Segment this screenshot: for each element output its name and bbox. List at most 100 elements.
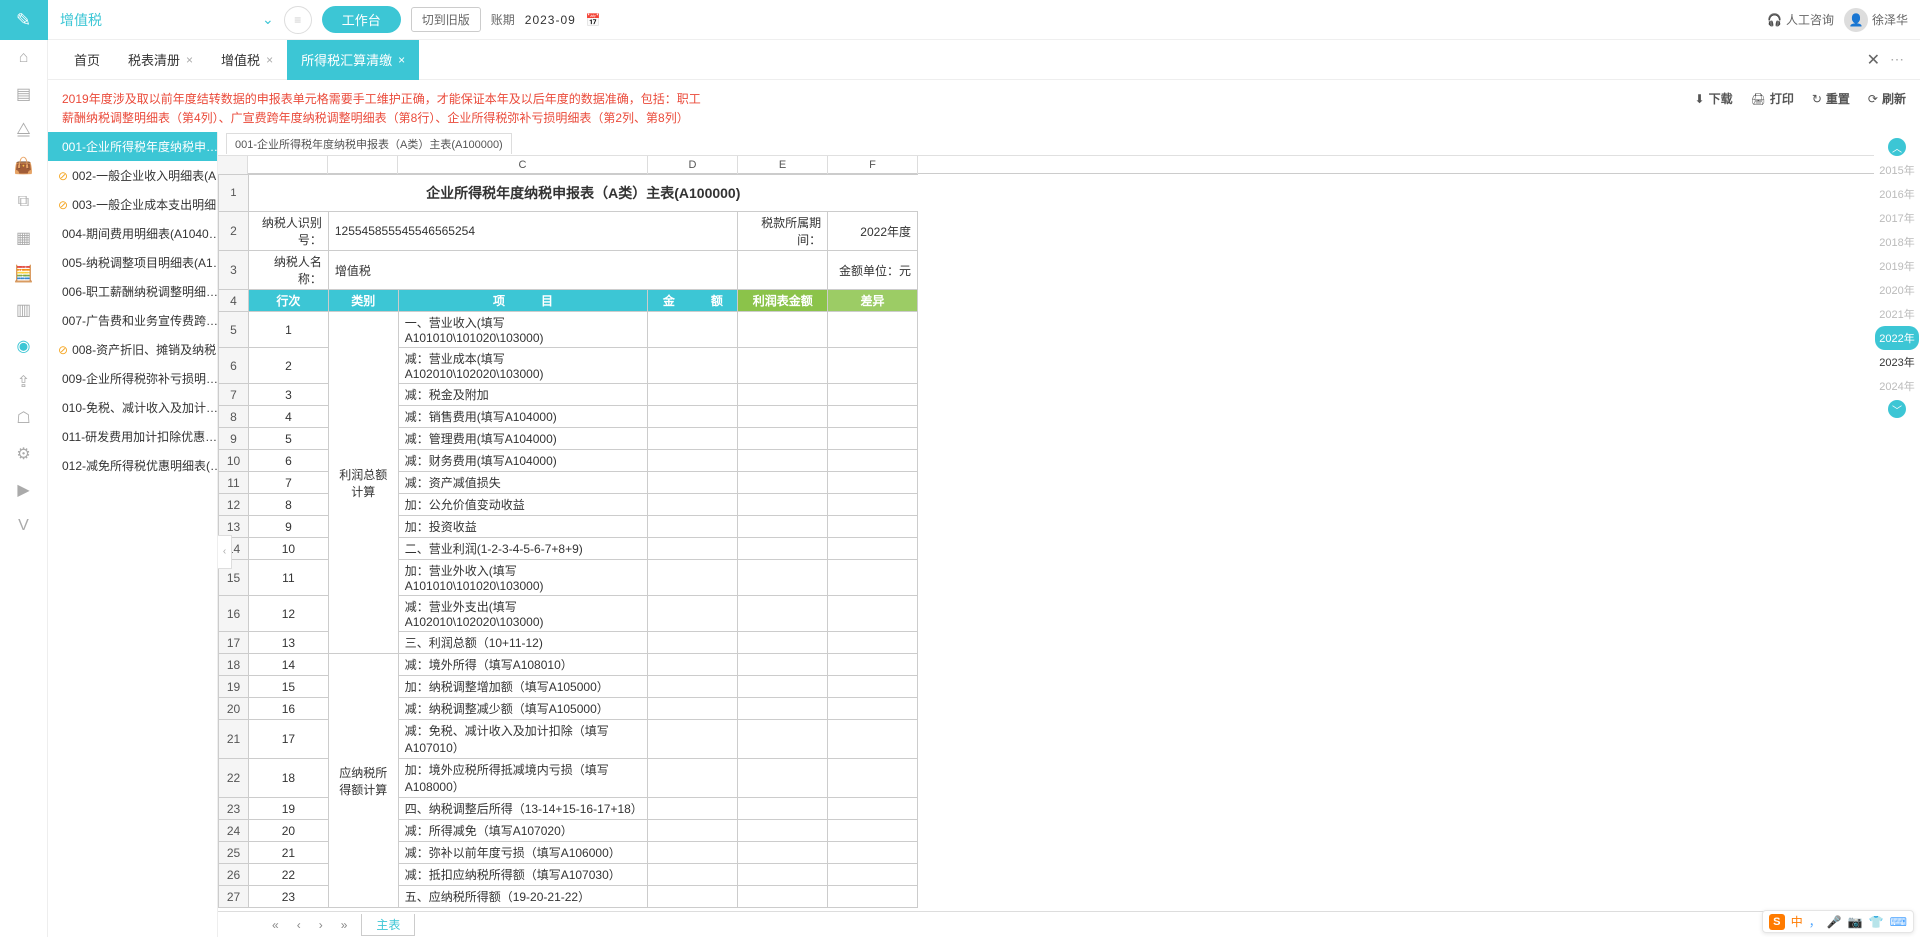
year-2017年[interactable]: 2017年 <box>1875 206 1919 230</box>
grid-diff-cell[interactable] <box>828 886 918 908</box>
grid-amount-cell[interactable] <box>648 596 738 632</box>
sheet-title-tab[interactable]: 001-企业所得税年度纳税申报表（A类）主表(A100000) <box>226 133 512 154</box>
grid-diff-cell[interactable] <box>828 494 918 516</box>
grid-item-cell[interactable]: 二、营业利润(1-2-3-4-5-6-7+8+9) <box>398 538 648 560</box>
grid-diff-cell[interactable] <box>828 312 918 348</box>
rail-bag-icon[interactable]: 👜 <box>0 148 48 184</box>
close-icon[interactable]: × <box>266 53 273 67</box>
grid-pl-cell[interactable] <box>738 842 828 864</box>
grid-item-cell[interactable]: 减：弥补以前年度亏损（填写A106000） <box>398 842 648 864</box>
grid-amount-cell[interactable] <box>648 384 738 406</box>
grid-amount-cell[interactable] <box>648 406 738 428</box>
sheet-last-icon[interactable]: » <box>337 918 352 932</box>
grid-diff-cell[interactable] <box>828 698 918 720</box>
tree-item[interactable]: 012-减免所得税优惠明细表(… <box>48 451 217 480</box>
grid-item-cell[interactable]: 减：所得减免（填写A107020） <box>398 820 648 842</box>
period-value[interactable]: 2023-09 <box>525 13 576 27</box>
grid-diff-cell[interactable] <box>828 798 918 820</box>
rail-copy-icon[interactable]: ⧉ <box>0 184 48 220</box>
year-2015年[interactable]: 2015年 <box>1875 158 1919 182</box>
collapse-tree-handle[interactable]: ‹ <box>218 535 232 569</box>
grid-item-cell[interactable]: 三、利润总额（10+11-12) <box>398 632 648 654</box>
calendar-icon[interactable]: 📅 <box>586 13 601 27</box>
tree-item[interactable]: 005-纳税调整项目明细表(A1… <box>48 248 217 277</box>
grid-amount-cell[interactable] <box>648 560 738 596</box>
rail-home-icon[interactable]: ⌂ <box>0 40 48 76</box>
grid-pl-cell[interactable] <box>738 348 828 384</box>
tabs-more-icon[interactable]: ⋯ <box>1886 51 1908 68</box>
year-2016年[interactable]: 2016年 <box>1875 182 1919 206</box>
grid-item-cell[interactable]: 减：营业外支出(填写A102010\102020\103000) <box>398 596 648 632</box>
grid-amount-cell[interactable] <box>648 759 738 798</box>
grid-item-cell[interactable]: 减：管理费用(填写A104000) <box>398 428 648 450</box>
close-all-tabs-icon[interactable]: ✕ <box>1861 50 1886 70</box>
grid-item-cell[interactable]: 减：销售费用(填写A104000) <box>398 406 648 428</box>
grid-pl-cell[interactable] <box>738 538 828 560</box>
rail-video-icon[interactable]: ▶ <box>0 472 48 508</box>
grid-diff-cell[interactable] <box>828 632 918 654</box>
grid-item-cell[interactable]: 加：纳税调整增加额（填写A105000） <box>398 676 648 698</box>
grid-diff-cell[interactable] <box>828 472 918 494</box>
switch-old-button[interactable]: 切到旧版 <box>411 7 481 32</box>
grid-amount-cell[interactable] <box>648 632 738 654</box>
download-button[interactable]: ⬇ 下载 <box>1695 90 1733 107</box>
print-button[interactable]: 🖨 打印 <box>1751 90 1794 107</box>
year-2023年[interactable]: 2023年 <box>1875 350 1919 374</box>
rail-calc-icon[interactable]: 🧮 <box>0 256 48 292</box>
grid-item-cell[interactable]: 减：资产减值损失 <box>398 472 648 494</box>
reset-button[interactable]: ↻ 重置 <box>1812 90 1850 107</box>
tree-item[interactable]: ⊘008-资产折旧、摊销及纳税… <box>48 335 217 364</box>
company-selector[interactable]: 增值税 ⌄ <box>60 10 274 30</box>
tree-item[interactable]: 011-研发费用加计扣除优惠… <box>48 422 217 451</box>
tree-item[interactable]: ⊘003-一般企业成本支出明细… <box>48 190 217 219</box>
tree-item[interactable]: 007-广告费和业务宣传费跨… <box>48 306 217 335</box>
grid-diff-cell[interactable] <box>828 720 918 759</box>
grid-pl-cell[interactable] <box>738 472 828 494</box>
grid-item-cell[interactable]: 减：税金及附加 <box>398 384 648 406</box>
grid-diff-cell[interactable] <box>828 538 918 560</box>
grid-diff-cell[interactable] <box>828 560 918 596</box>
rail-settings-icon[interactable]: ⚙ <box>0 436 48 472</box>
year-2018年[interactable]: 2018年 <box>1875 230 1919 254</box>
grid-pl-cell[interactable] <box>738 560 828 596</box>
tree-item[interactable]: 001-企业所得税年度纳税申… <box>48 132 217 161</box>
grid-diff-cell[interactable] <box>828 759 918 798</box>
ime-cam-icon[interactable]: 📷 <box>1848 915 1863 929</box>
consult-link[interactable]: 🎧人工咨询 <box>1767 11 1834 28</box>
tab-首页[interactable]: 首页 <box>60 40 114 80</box>
grid-diff-cell[interactable] <box>828 654 918 676</box>
rail-doc-icon[interactable]: ▤ <box>0 76 48 112</box>
grid-pl-cell[interactable] <box>738 720 828 759</box>
rail-archive-icon[interactable]: ☖ <box>0 400 48 436</box>
close-icon[interactable]: × <box>186 53 193 67</box>
grid-amount-cell[interactable] <box>648 720 738 759</box>
grid-diff-cell[interactable] <box>828 384 918 406</box>
grid-amount-cell[interactable] <box>648 494 738 516</box>
tree-item[interactable]: 004-期间费用明细表(A1040… <box>48 219 217 248</box>
ime-lang[interactable]: 中 <box>1791 913 1803 930</box>
grid-item-cell[interactable]: 加：公允价值变动收益 <box>398 494 648 516</box>
ime-skin-icon[interactable]: 👕 <box>1869 915 1884 929</box>
grid-pl-cell[interactable] <box>738 759 828 798</box>
grid-item-cell[interactable]: 四、纳税调整后所得（13-14+15-16-17+18） <box>398 798 648 820</box>
grid-amount-cell[interactable] <box>648 676 738 698</box>
year-2021年[interactable]: 2021年 <box>1875 302 1919 326</box>
grid-amount-cell[interactable] <box>648 820 738 842</box>
grid-pl-cell[interactable] <box>738 676 828 698</box>
grid-diff-cell[interactable] <box>828 842 918 864</box>
grid-item-cell[interactable]: 五、应纳税所得额（19-20-21-22） <box>398 886 648 908</box>
grid-amount-cell[interactable] <box>648 798 738 820</box>
tab-增值税[interactable]: 增值税× <box>207 40 287 80</box>
history-button[interactable]: ≡ <box>284 6 312 34</box>
grid-pl-cell[interactable] <box>738 886 828 908</box>
grid-pl-cell[interactable] <box>738 596 828 632</box>
grid-item-cell[interactable]: 减：免税、减计收入及加计扣除（填写A107010） <box>398 720 648 759</box>
grid-pl-cell[interactable] <box>738 632 828 654</box>
grid-amount-cell[interactable] <box>648 472 738 494</box>
rail-export-icon[interactable]: ⇪ <box>0 364 48 400</box>
grid-diff-cell[interactable] <box>828 820 918 842</box>
grid-item-cell[interactable]: 减：纳税调整减少额（填写A105000） <box>398 698 648 720</box>
user-menu[interactable]: 👤徐泽华 <box>1844 8 1908 32</box>
grid-item-cell[interactable]: 减：财务费用(填写A104000) <box>398 450 648 472</box>
close-icon[interactable]: × <box>398 53 405 67</box>
